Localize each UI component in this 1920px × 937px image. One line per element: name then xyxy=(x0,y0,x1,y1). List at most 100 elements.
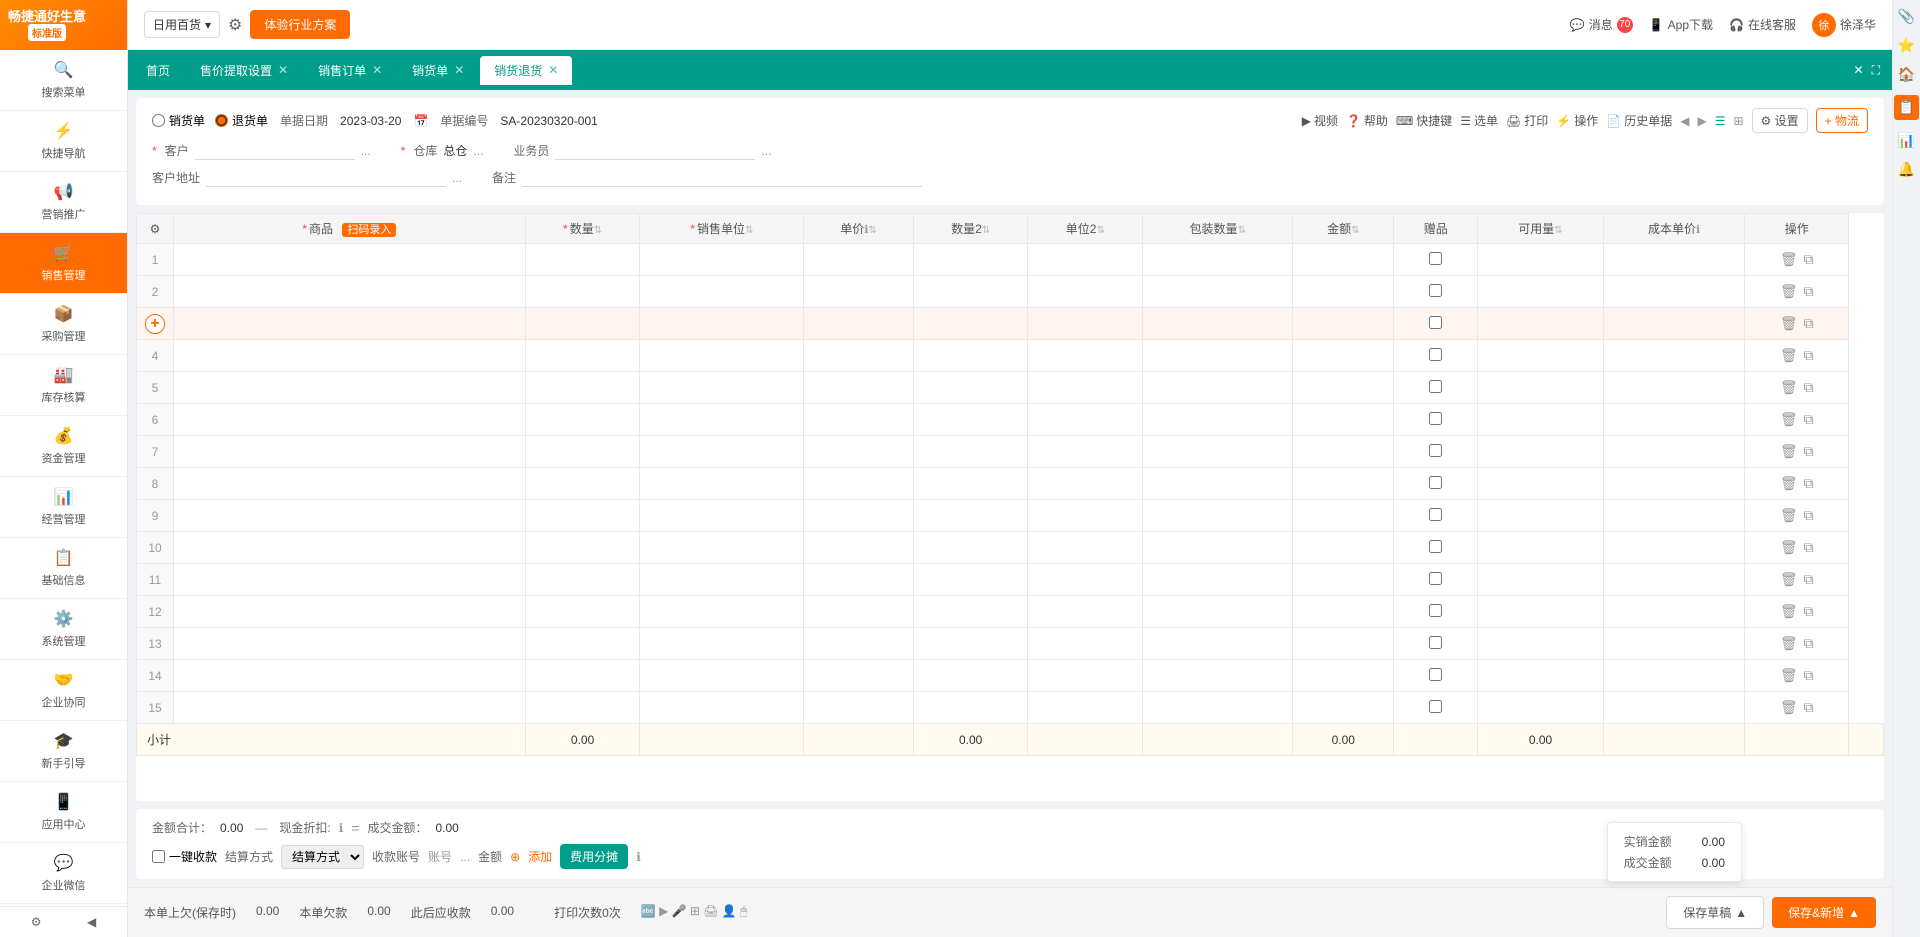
help-btn[interactable]: ❓ 帮助 xyxy=(1346,112,1388,129)
gift-cell[interactable] xyxy=(1394,404,1478,436)
gift-checkbox[interactable] xyxy=(1429,348,1442,361)
user-item[interactable]: 徐 徐泽华 xyxy=(1812,13,1876,37)
quantity2-cell[interactable] xyxy=(913,404,1028,436)
sales-unit-cell[interactable] xyxy=(640,468,804,500)
sales-unit-cell[interactable] xyxy=(640,404,804,436)
copy-icon[interactable]: ⧉ xyxy=(1804,571,1814,588)
cost-price-cell[interactable] xyxy=(1603,500,1745,532)
amount-cell[interactable] xyxy=(1293,468,1394,500)
copy-icon[interactable]: ⧉ xyxy=(1804,603,1814,620)
quantity2-cell[interactable] xyxy=(913,628,1028,660)
gift-cell[interactable] xyxy=(1394,340,1478,372)
sales-unit-cell[interactable] xyxy=(640,372,804,404)
delete-icon[interactable]: 🗑 xyxy=(1780,379,1798,396)
unit-price-cell[interactable] xyxy=(804,404,914,436)
amount-cell[interactable] xyxy=(1293,660,1394,692)
gift-cell[interactable] xyxy=(1394,596,1478,628)
pack-qty-cell[interactable] xyxy=(1143,340,1293,372)
amount-cell[interactable] xyxy=(1293,692,1394,724)
quantity-cell[interactable] xyxy=(525,532,640,564)
amount-cell[interactable] xyxy=(1293,308,1394,340)
tab-close-sales[interactable]: ✕ xyxy=(454,63,464,77)
gift-checkbox[interactable] xyxy=(1429,700,1442,713)
product-cell[interactable] xyxy=(174,500,526,532)
video-btn[interactable]: ▶ 视频 xyxy=(1302,112,1338,129)
tab-close-price-setting[interactable]: ✕ xyxy=(278,63,288,77)
gift-cell[interactable] xyxy=(1394,564,1478,596)
unit-price-cell[interactable] xyxy=(804,660,914,692)
sales-unit-cell[interactable] xyxy=(640,692,804,724)
available-cell[interactable] xyxy=(1478,532,1604,564)
unit2-cell[interactable] xyxy=(1028,372,1143,404)
gift-cell[interactable] xyxy=(1394,276,1478,308)
amount-cell[interactable] xyxy=(1293,340,1394,372)
gift-checkbox[interactable] xyxy=(1429,668,1442,681)
pack-qty-cell[interactable] xyxy=(1143,660,1293,692)
unit-price-cell[interactable] xyxy=(804,564,914,596)
sidebar-item-sales[interactable]: 🛒 销售管理 xyxy=(0,233,127,294)
pack-qty-cell[interactable] xyxy=(1143,564,1293,596)
right-panel-icon-4[interactable]: 📋 xyxy=(1894,95,1919,120)
gift-checkbox[interactable] xyxy=(1429,604,1442,617)
copy-icon[interactable]: ⧉ xyxy=(1804,539,1814,556)
right-panel-icon-1[interactable]: 📎 xyxy=(1898,8,1915,25)
gift-cell[interactable] xyxy=(1394,436,1478,468)
cost-price-cell[interactable] xyxy=(1603,532,1745,564)
gift-cell[interactable] xyxy=(1394,628,1478,660)
print-btn[interactable]: 🖨 打印 xyxy=(1506,112,1548,129)
copy-icon[interactable]: ⧉ xyxy=(1804,347,1814,364)
gift-checkbox[interactable] xyxy=(1429,444,1442,457)
sidebar-item-enterprise[interactable]: 🤝 企业协同 xyxy=(0,660,127,721)
gift-checkbox[interactable] xyxy=(1429,476,1442,489)
copy-icon[interactable]: ⧉ xyxy=(1804,315,1814,332)
sidebar-item-finance[interactable]: 💰 资金管理 xyxy=(0,416,127,477)
copy-icon[interactable]: ⧉ xyxy=(1804,379,1814,396)
sales-unit-cell[interactable] xyxy=(640,596,804,628)
cost-price-cell[interactable] xyxy=(1603,596,1745,628)
quantity-cell[interactable] xyxy=(525,436,640,468)
unit-price-cell[interactable] xyxy=(804,500,914,532)
unit-price-cell[interactable] xyxy=(804,628,914,660)
sidebar-item-newbie[interactable]: 🎓 新手引导 xyxy=(0,721,127,782)
unit-price-cell[interactable] xyxy=(804,532,914,564)
amount-cell[interactable] xyxy=(1293,564,1394,596)
sales-unit-cell[interactable] xyxy=(640,628,804,660)
product-cell[interactable] xyxy=(174,564,526,596)
settings-icon[interactable]: ⚙ xyxy=(31,915,42,929)
unit-price-cell[interactable] xyxy=(804,308,914,340)
product-cell[interactable] xyxy=(174,532,526,564)
sales-unit-cell[interactable] xyxy=(640,660,804,692)
amount-cell[interactable] xyxy=(1293,500,1394,532)
unit-price-cell[interactable] xyxy=(804,436,914,468)
shortcut-btn[interactable]: ⌨ 快捷键 xyxy=(1396,112,1452,129)
copy-icon[interactable]: ⧉ xyxy=(1804,251,1814,268)
cost-price-cell[interactable] xyxy=(1603,372,1745,404)
sidebar-item-shortcut[interactable]: ⚡ 快捷导航 xyxy=(0,111,127,172)
quantity2-cell[interactable] xyxy=(913,372,1028,404)
pack-qty-cell[interactable] xyxy=(1143,468,1293,500)
quantity2-cell[interactable] xyxy=(913,308,1028,340)
pack-qty-cell[interactable] xyxy=(1143,500,1293,532)
unit2-cell[interactable] xyxy=(1028,692,1143,724)
delete-icon[interactable]: 🗑 xyxy=(1780,507,1798,524)
delete-icon[interactable]: 🗑 xyxy=(1780,699,1798,716)
pack-qty-cell[interactable] xyxy=(1143,244,1293,276)
amount-cell[interactable] xyxy=(1293,628,1394,660)
save-draft-button[interactable]: 保存草稿 ▲ xyxy=(1666,896,1764,929)
save-new-button[interactable]: 保存&新增 ▲ xyxy=(1772,897,1876,928)
quantity-cell[interactable] xyxy=(525,596,640,628)
unit2-cell[interactable] xyxy=(1028,276,1143,308)
quantity2-cell[interactable] xyxy=(913,276,1028,308)
prev-icon[interactable]: ◀ xyxy=(1680,114,1689,128)
quantity-cell[interactable] xyxy=(525,628,640,660)
delete-icon[interactable]: 🗑 xyxy=(1780,315,1798,332)
delete-icon[interactable]: 🗑 xyxy=(1780,475,1798,492)
cost-price-cell[interactable] xyxy=(1603,628,1745,660)
cost-price-cell[interactable] xyxy=(1603,660,1745,692)
quantity-cell[interactable] xyxy=(525,692,640,724)
gift-checkbox[interactable] xyxy=(1429,540,1442,553)
unit2-cell[interactable] xyxy=(1028,500,1143,532)
delete-icon[interactable]: 🗑 xyxy=(1780,283,1798,300)
select-btn[interactable]: ☰ 选单 xyxy=(1460,112,1498,129)
gift-cell[interactable] xyxy=(1394,244,1478,276)
